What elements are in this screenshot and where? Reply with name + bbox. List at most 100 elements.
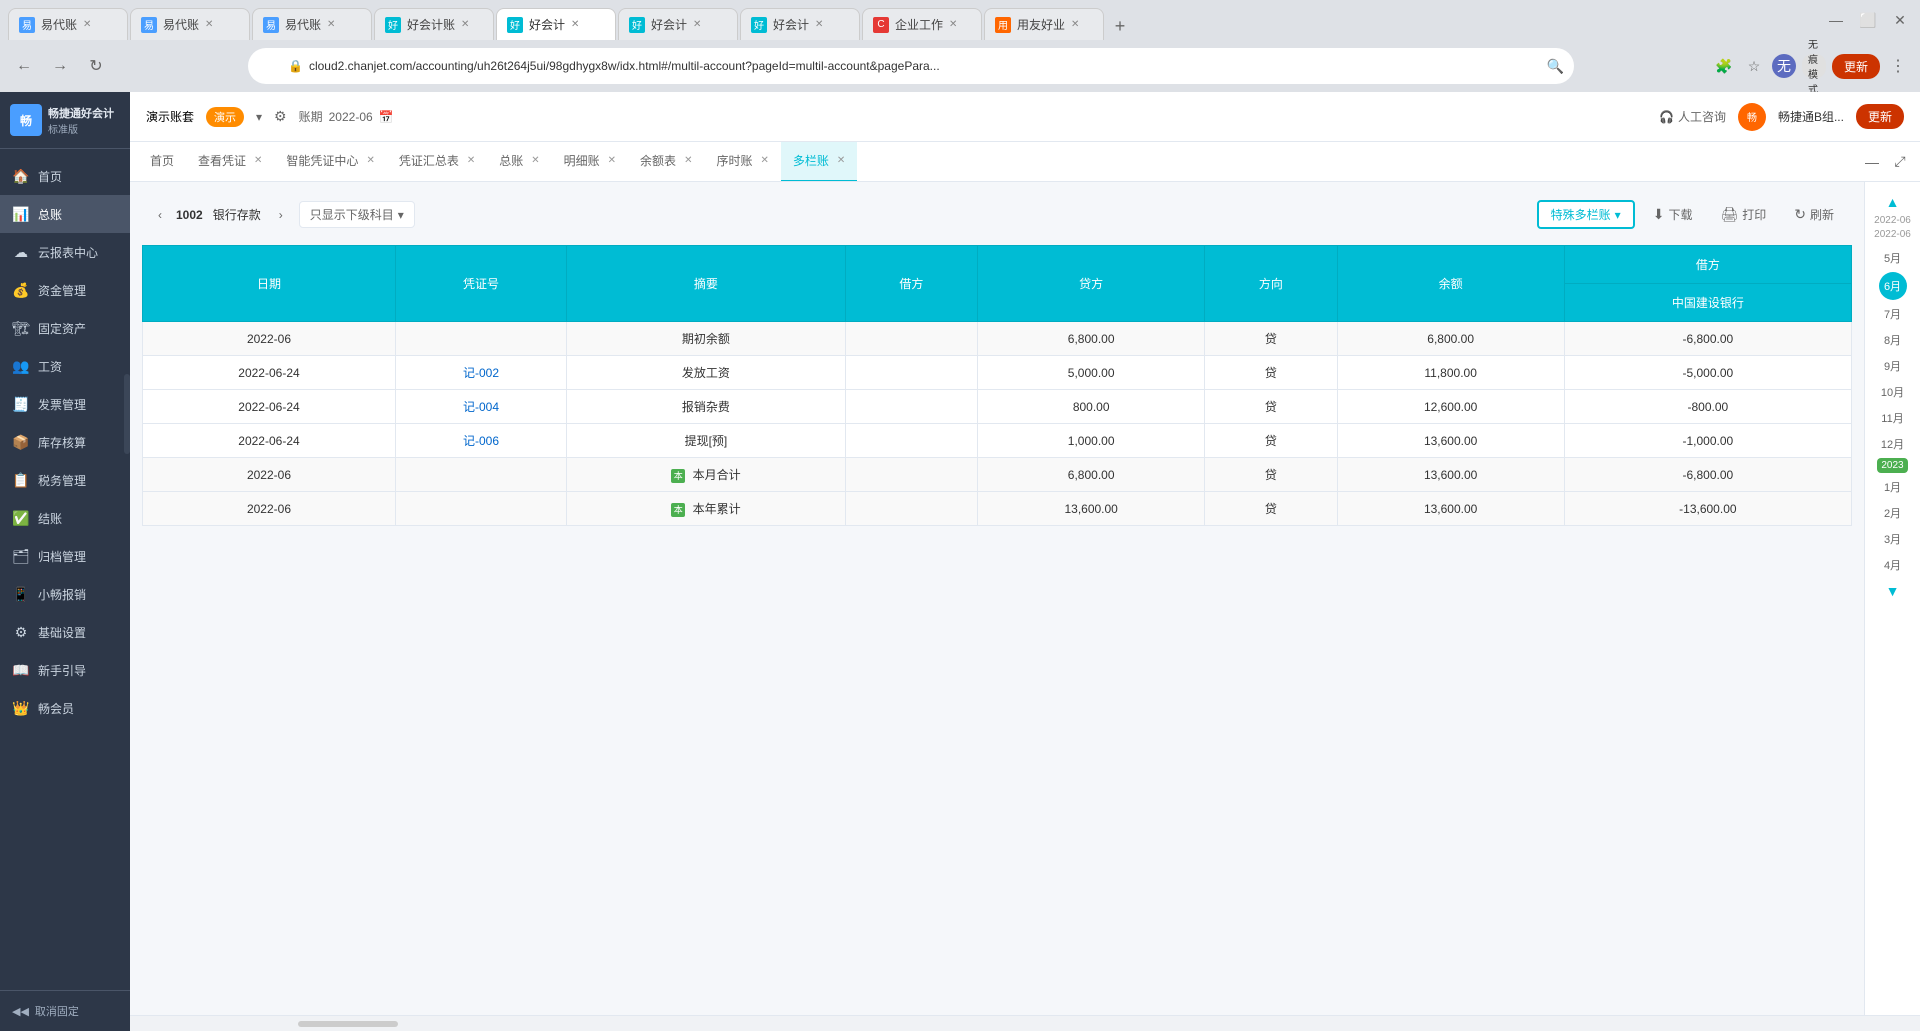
calendar-icon[interactable]: 📅 bbox=[379, 110, 394, 124]
sidebar-item-salary[interactable]: 👥 工资 bbox=[0, 347, 130, 385]
tab-balance-close[interactable]: ✕ bbox=[684, 155, 692, 166]
voucher-link-2[interactable]: 记-002 bbox=[463, 366, 499, 380]
profile-icon[interactable]: 无 bbox=[1772, 54, 1796, 78]
tab-4[interactable]: 好 好会计账 ✕ bbox=[374, 8, 494, 40]
tab-detail-ledger[interactable]: 明细账 ✕ bbox=[552, 142, 628, 182]
sidebar-item-tax[interactable]: 📋 税务管理 bbox=[0, 461, 130, 499]
tab-voucher-summary[interactable]: 凭证汇总表 ✕ bbox=[387, 142, 487, 182]
tab-close-8[interactable]: ✕ bbox=[949, 19, 957, 30]
prev-account-button[interactable]: ‹ bbox=[150, 205, 170, 225]
sidebar-item-settings[interactable]: ⚙ 基础设置 bbox=[0, 613, 130, 651]
tab-1[interactable]: 易 易代账 ✕ bbox=[8, 8, 128, 40]
month-item-2[interactable]: 2月 bbox=[1871, 501, 1915, 525]
sidebar-item-invoice[interactable]: 🧾 发票管理 bbox=[0, 385, 130, 423]
minimize-tab-icon[interactable]: — bbox=[1860, 150, 1884, 174]
tab-close-6[interactable]: ✕ bbox=[693, 19, 701, 30]
update-button[interactable]: 更新 bbox=[1832, 54, 1880, 79]
special-multi-column-button[interactable]: 特殊多栏账 ▾ bbox=[1537, 200, 1635, 229]
tab-smart-center-close[interactable]: ✕ bbox=[366, 155, 374, 166]
tab-5[interactable]: 好 好会计 ✕ bbox=[496, 8, 616, 40]
tab-close-9[interactable]: ✕ bbox=[1071, 19, 1079, 30]
month-scroll-down-button[interactable]: ▼ bbox=[1881, 579, 1905, 603]
sidebar-item-close[interactable]: ✅ 结账 bbox=[0, 499, 130, 537]
filter-button[interactable]: 只显示下级科目 ▾ bbox=[299, 201, 415, 228]
print-button[interactable]: 🖨 打印 bbox=[1710, 202, 1776, 227]
tab-6[interactable]: 好 好会计 ✕ bbox=[618, 8, 738, 40]
sidebar-item-home[interactable]: 🏠 首页 bbox=[0, 157, 130, 195]
tab-view-voucher-close[interactable]: ✕ bbox=[254, 155, 262, 166]
address-bar[interactable]: 🔒 cloud2.chanjet.com/accounting/uh26t264… bbox=[248, 48, 1574, 84]
sidebar-item-fixed-assets[interactable]: 🏗 固定资产 bbox=[0, 309, 130, 347]
tab-general-ledger-close[interactable]: ✕ bbox=[531, 155, 539, 166]
year-2023-marker[interactable]: 2023 bbox=[1877, 458, 1907, 473]
tab-close-7[interactable]: ✕ bbox=[815, 19, 823, 30]
next-account-button[interactable]: › bbox=[271, 205, 291, 225]
tab-8[interactable]: C 企业工作 ✕ bbox=[862, 8, 982, 40]
month-item-5[interactable]: 5月 bbox=[1871, 246, 1915, 270]
extensions-icon[interactable]: 🧩 bbox=[1712, 54, 1736, 78]
sidebar-item-expense[interactable]: 📱 小畅报销 bbox=[0, 575, 130, 613]
month-item-4[interactable]: 4月 bbox=[1871, 553, 1915, 577]
sidebar-item-funds[interactable]: 💰 资金管理 bbox=[0, 271, 130, 309]
voucher-link-3[interactable]: 记-004 bbox=[463, 400, 499, 414]
tab-close-5[interactable]: ✕ bbox=[571, 19, 579, 30]
no-trace-mode[interactable]: 无痕模式 bbox=[1802, 54, 1826, 78]
refresh-button[interactable]: ↻ 刷新 bbox=[1784, 202, 1844, 227]
month-item-3[interactable]: 3月 bbox=[1871, 527, 1915, 551]
sidebar-item-ledger[interactable]: 📊 总账 bbox=[0, 195, 130, 233]
download-button[interactable]: ⬇ 下载 bbox=[1643, 202, 1703, 227]
month-item-1[interactable]: 1月 bbox=[1871, 475, 1915, 499]
month-item-6[interactable]: 6月 bbox=[1879, 272, 1907, 300]
sidebar-item-guide[interactable]: 📖 新手引导 bbox=[0, 651, 130, 689]
tab-3[interactable]: 易 易代账 ✕ bbox=[252, 8, 372, 40]
tab-2[interactable]: 易 易代账 ✕ bbox=[130, 8, 250, 40]
sidebar-item-member[interactable]: 👑 畅会员 bbox=[0, 689, 130, 727]
settings-gear-icon[interactable]: ⚙ bbox=[274, 108, 287, 125]
month-item-10[interactable]: 10月 bbox=[1871, 380, 1915, 404]
month-item-7[interactable]: 7月 bbox=[1871, 302, 1915, 326]
bookmark-icon[interactable]: ☆ bbox=[1742, 54, 1766, 78]
tab-balance[interactable]: 余额表 ✕ bbox=[628, 142, 704, 182]
forward-button[interactable]: → bbox=[46, 52, 74, 80]
month-item-12[interactable]: 12月 bbox=[1871, 432, 1915, 456]
tab-sequence[interactable]: 序时账 ✕ bbox=[704, 142, 780, 182]
new-tab-button[interactable]: + bbox=[1106, 12, 1134, 40]
month-item-9[interactable]: 9月 bbox=[1871, 354, 1915, 378]
tab-close-1[interactable]: ✕ bbox=[83, 19, 91, 30]
scrollbar-thumb[interactable] bbox=[298, 1021, 398, 1027]
maximize-tab-icon[interactable]: ⤢ bbox=[1888, 150, 1912, 174]
tab-home[interactable]: 首页 bbox=[138, 142, 186, 182]
sidebar-item-archive[interactable]: 🗂 归档管理 bbox=[0, 537, 130, 575]
tab-multi-column[interactable]: 多栏账 ✕ bbox=[781, 142, 857, 182]
minimize-button[interactable]: — bbox=[1824, 8, 1848, 32]
tab-multi-column-close[interactable]: ✕ bbox=[837, 155, 845, 166]
tab-general-ledger[interactable]: 总账 ✕ bbox=[487, 142, 551, 182]
tab-close-3[interactable]: ✕ bbox=[327, 19, 335, 30]
menu-icon[interactable]: ⋮ bbox=[1886, 54, 1910, 78]
sidebar-item-cloud-report[interactable]: ☁ 云报表中心 bbox=[0, 233, 130, 271]
voucher-link-4[interactable]: 记-006 bbox=[463, 434, 499, 448]
tab-close-2[interactable]: ✕ bbox=[205, 19, 213, 30]
month-item-8[interactable]: 8月 bbox=[1871, 328, 1915, 352]
tab-9[interactable]: 用 用友好业 ✕ bbox=[984, 8, 1104, 40]
unpin-button[interactable]: ◀◀ 取消固定 bbox=[12, 999, 118, 1023]
maximize-button[interactable]: ⬜ bbox=[1856, 8, 1880, 32]
tab-close-4[interactable]: ✕ bbox=[461, 19, 469, 30]
close-button[interactable]: ✕ bbox=[1888, 8, 1912, 32]
tab-voucher-summary-close[interactable]: ✕ bbox=[467, 155, 475, 166]
month-item-11[interactable]: 11月 bbox=[1871, 406, 1915, 430]
consult-button[interactable]: 🎧 人工咨询 bbox=[1659, 108, 1726, 125]
month-scroll-up-button[interactable]: ▲ bbox=[1881, 190, 1905, 214]
app-update-button[interactable]: 更新 bbox=[1856, 104, 1904, 129]
tab-detail-ledger-close[interactable]: ✕ bbox=[608, 155, 616, 166]
tab-smart-center[interactable]: 智能凭证中心 ✕ bbox=[274, 142, 386, 182]
sidebar-item-inventory[interactable]: 📦 库存核算 bbox=[0, 423, 130, 461]
reload-button[interactable]: ↻ bbox=[82, 52, 110, 80]
tab-7[interactable]: 好 好会计 ✕ bbox=[740, 8, 860, 40]
back-button[interactable]: ← bbox=[10, 52, 38, 80]
horizontal-scrollbar[interactable] bbox=[130, 1015, 1920, 1031]
tab-view-voucher[interactable]: 查看凭证 ✕ bbox=[186, 142, 274, 182]
dropdown-arrow-icon[interactable]: ▾ bbox=[256, 110, 262, 124]
search-icon[interactable]: 🔍 bbox=[1547, 58, 1564, 75]
tab-sequence-close[interactable]: ✕ bbox=[760, 155, 768, 166]
